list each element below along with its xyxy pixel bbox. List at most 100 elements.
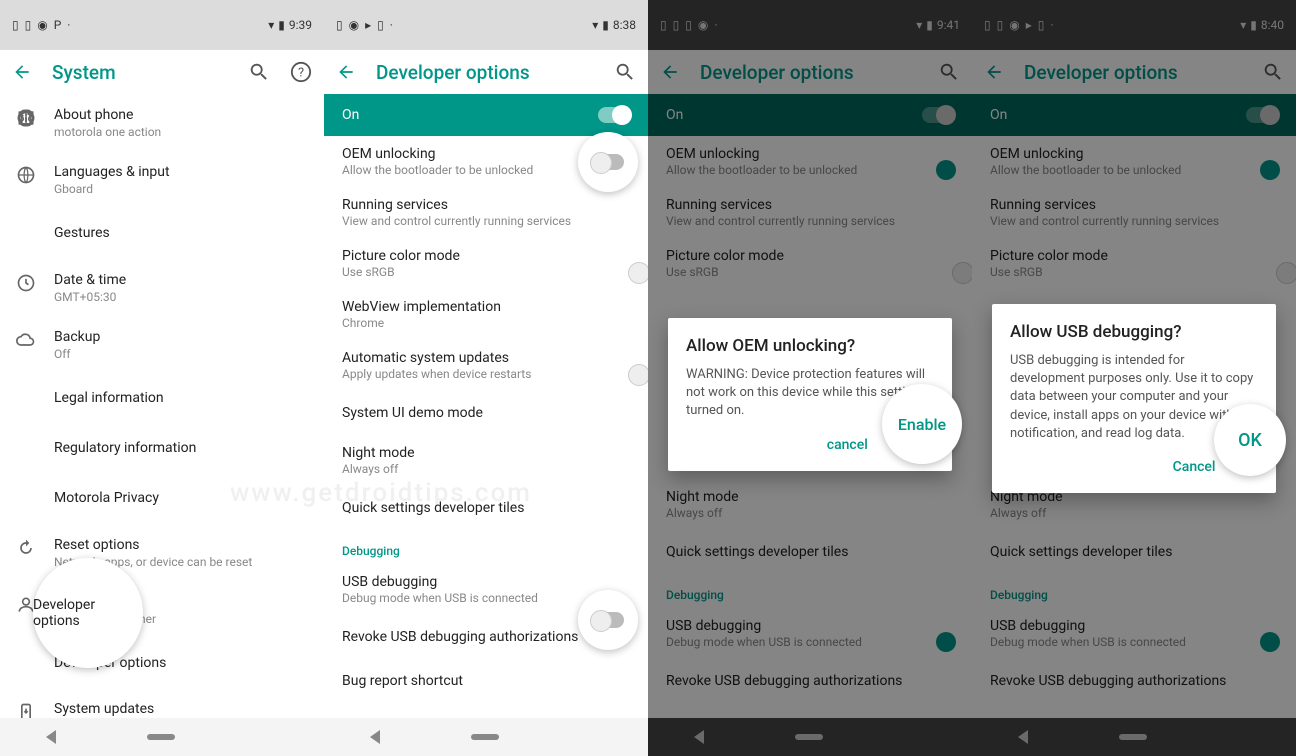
highlight-label: Developer options [33, 597, 143, 629]
highlight-usb-toggle [578, 590, 638, 650]
status-dot: · [67, 18, 70, 32]
item-gestures[interactable]: Gestures [0, 208, 324, 258]
item-title: Gestures [54, 224, 306, 242]
item-title: About phone [54, 106, 306, 124]
item-title: Languages & input [54, 163, 306, 181]
status-icon-p: P [54, 18, 62, 32]
item-title: Legal information [54, 389, 306, 407]
item-system-updates[interactable]: System updates Updated to Android 9 [0, 688, 324, 718]
item-title: Motorola Privacy [54, 489, 306, 507]
item-title: Backup [54, 328, 306, 346]
dev-title: OEM unlocking [342, 146, 586, 162]
nav-back-icon[interactable] [46, 730, 56, 744]
dev-title: Night mode [342, 445, 586, 461]
cloud-icon [16, 330, 36, 350]
dev-title: WebView implementation [342, 299, 586, 315]
item-title: Date & time [54, 271, 306, 289]
highlight-enable-label[interactable]: Enable [898, 415, 946, 434]
item-running-services[interactable]: Running services View and control curren… [324, 187, 648, 238]
svg-text:?: ? [298, 66, 304, 81]
status-icon: ▯ [377, 18, 384, 32]
highlight-ok-button: OK [1214, 404, 1286, 476]
item-title: Reset options [54, 536, 306, 554]
dev-sub: Debug mode when USB is connected [342, 591, 586, 605]
dev-sub: Chrome [342, 316, 586, 330]
item-languages[interactable]: Languages & input Gboard [0, 151, 324, 208]
highlight-enable-button: Enable [882, 384, 962, 464]
dev-sub: Allow the bootloader to be unlocked [342, 163, 586, 177]
dev-title: Bug report shortcut [342, 673, 586, 689]
dialog-cancel-button[interactable]: cancel [827, 437, 868, 453]
app-bar-title: Developer options [376, 61, 594, 84]
dev-title: USB debugging [342, 574, 586, 590]
back-arrow-icon[interactable] [12, 62, 32, 82]
master-toggle[interactable] [598, 107, 630, 123]
clock-icon [16, 273, 36, 293]
item-night-mode[interactable]: Night mode Always off [324, 435, 648, 486]
dev-title: Revoke USB debugging authorizations [342, 629, 586, 645]
item-qs-tiles[interactable]: Quick settings developer tiles [324, 486, 648, 530]
item-backup[interactable]: Backup Off [0, 316, 324, 373]
dev-sub: View and control currently running servi… [342, 214, 586, 228]
wifi-icon: ▾ [592, 18, 598, 32]
item-bug-report[interactable]: Bug report shortcut [324, 659, 648, 703]
screen-usb-dialog: ▯ ▯ ◉ ▸ ▯ · ▾ ▮ 8:40 Developer options O… [972, 0, 1296, 756]
screen-system: ▯ ▯ ◉ P · ▾ ▮ 9:39 System ? About phone … [0, 0, 324, 756]
item-regulatory[interactable]: Regulatory information [0, 423, 324, 473]
screen-dev-options: ▯ ◉ ▸ ▯ · ▾ ▮ 8:38 Developer options On … [324, 0, 648, 756]
battery-icon: ▮ [278, 18, 285, 32]
status-icon: ▯ [336, 18, 343, 32]
dialog-cancel-button[interactable]: Cancel [1173, 459, 1216, 475]
item-title: System updates [54, 700, 306, 718]
dev-title: Picture color mode [342, 248, 586, 264]
master-toggle-banner[interactable]: On [324, 94, 648, 136]
status-dot: · [390, 18, 393, 32]
status-icon-shield: ◉ [37, 18, 47, 32]
section-debugging: Debugging [324, 530, 648, 564]
dev-title: Quick settings developer tiles [342, 500, 586, 516]
wifi-icon: ▾ [268, 18, 274, 32]
screen-oem-dialog: ▯ ▯ ▯ ◉ · ▾ ▮ 9:41 Developer options On … [648, 0, 972, 756]
item-about-phone[interactable]: About phone motorola one action [0, 94, 324, 151]
nav-home-pill[interactable] [471, 734, 499, 740]
dev-sub: Apply updates when device restarts [342, 367, 586, 381]
battery-icon: ▮ [602, 18, 609, 32]
update-icon [16, 702, 36, 718]
highlight-ok-label[interactable]: OK [1238, 430, 1262, 451]
item-title: Regulatory information [54, 439, 306, 457]
dialog-title: Allow OEM unlocking? [686, 336, 934, 356]
status-clock: 9:39 [289, 18, 312, 32]
item-sub: GMT+05:30 [54, 290, 306, 304]
banner-label: On [342, 107, 359, 123]
nav-bar [324, 718, 648, 756]
item-sysui-demo[interactable]: System UI demo mode [324, 391, 648, 435]
status-icon-sim: ▯ [25, 18, 32, 32]
status-clock: 8:38 [613, 18, 636, 32]
item-sub: motorola one action [54, 125, 306, 139]
item-picture-color[interactable]: Picture color mode Use sRGB [324, 238, 648, 289]
nav-home-pill[interactable] [147, 734, 175, 740]
search-icon[interactable] [614, 61, 636, 83]
highlight-oem-toggle [578, 132, 638, 192]
search-icon[interactable] [248, 61, 270, 83]
dev-title: Running services [342, 197, 586, 213]
item-motorola-privacy[interactable]: Motorola Privacy [0, 473, 324, 523]
dev-title: Automatic system updates [342, 350, 586, 366]
oem-toggle[interactable] [592, 154, 624, 170]
usb-toggle[interactable] [592, 612, 624, 628]
item-auto-updates[interactable]: Automatic system updates Apply updates w… [324, 340, 648, 391]
item-sub: Gboard [54, 182, 306, 196]
status-bar: ▯ ◉ ▸ ▯ · ▾ ▮ 8:38 [324, 0, 648, 50]
nav-back-icon[interactable] [370, 730, 380, 744]
item-reset[interactable]: Reset options Network, apps, or device c… [0, 524, 324, 581]
item-legal[interactable]: Legal information [0, 373, 324, 423]
back-arrow-icon[interactable] [336, 62, 356, 82]
globe-icon [16, 165, 36, 185]
braces-icon [16, 108, 36, 128]
highlight-developer-options: Developer options [33, 558, 143, 668]
help-icon[interactable]: ? [290, 61, 312, 83]
item-date-time[interactable]: Date & time GMT+05:30 [0, 259, 324, 316]
status-icon: ▸ [365, 18, 371, 32]
dev-title: System UI demo mode [342, 405, 586, 421]
item-webview[interactable]: WebView implementation Chrome [324, 289, 648, 340]
